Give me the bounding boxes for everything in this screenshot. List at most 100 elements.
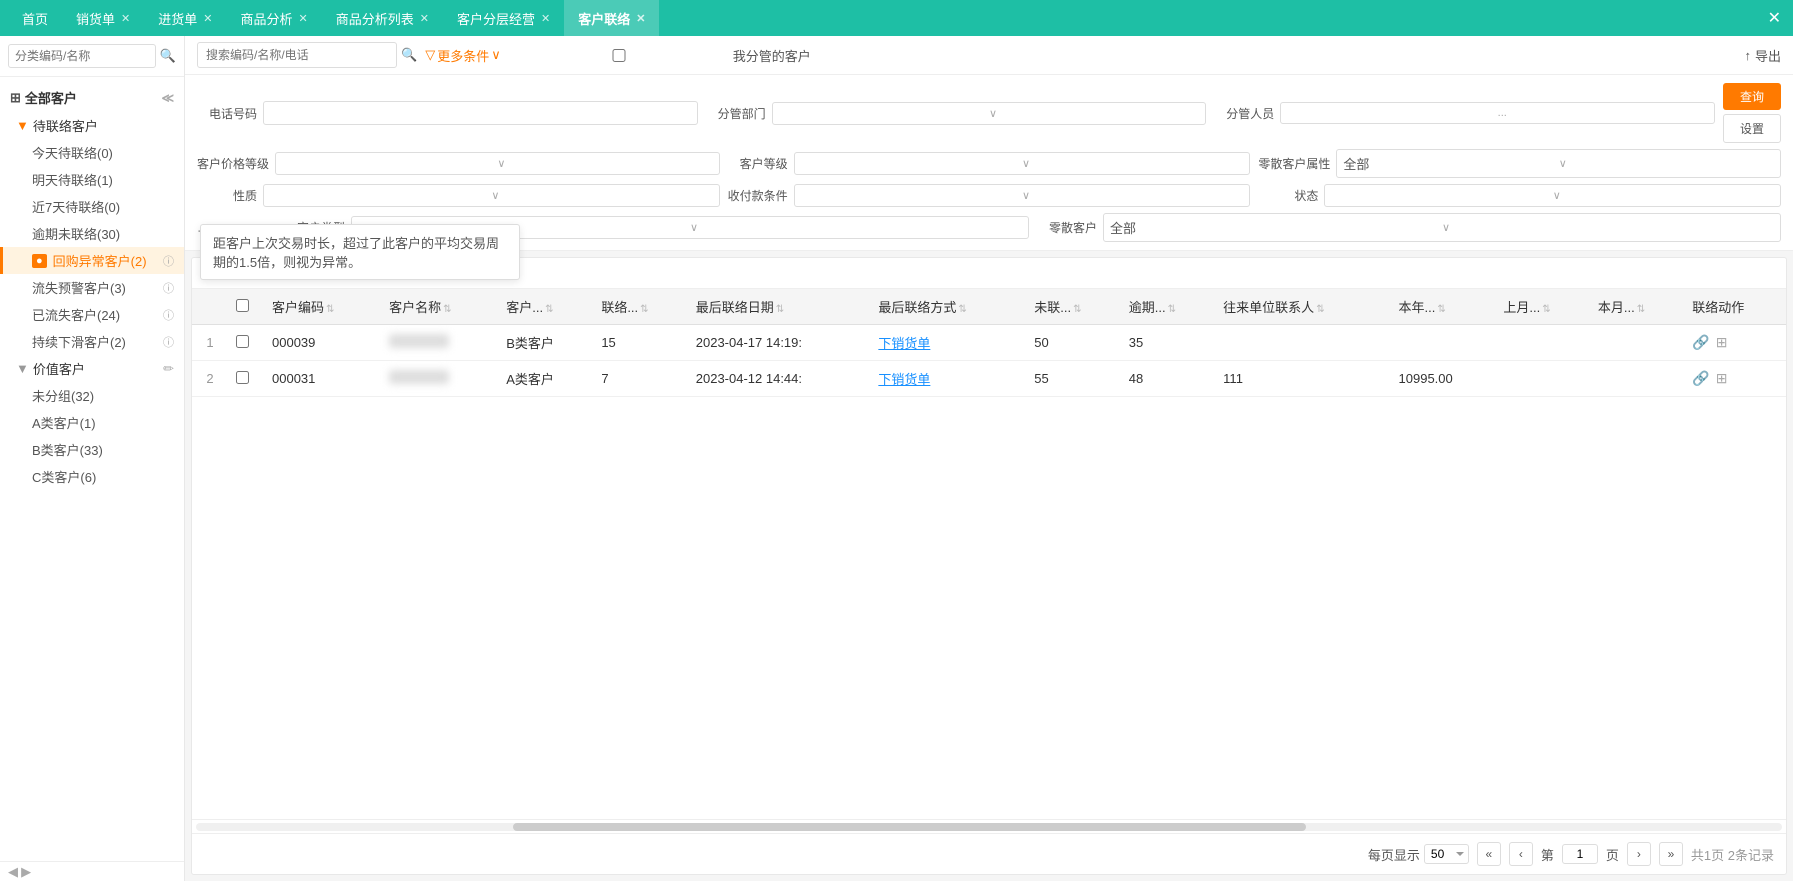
nav-item-purchase[interactable]: 进货单 ✕ — [144, 0, 226, 36]
close-purchase-icon[interactable]: ✕ — [203, 12, 212, 25]
row-this-year-2: 10995.00 — [1391, 361, 1496, 397]
filter-phone: 电话号码 — [197, 101, 698, 125]
dept-select[interactable]: ∨ — [772, 102, 1207, 125]
next-page-button[interactable]: › — [1627, 842, 1651, 866]
per-page-select[interactable]: 20 50 100 200 — [1424, 844, 1469, 864]
setting-button[interactable]: 设置 — [1723, 114, 1781, 143]
row-contact-count-2: 7 — [593, 361, 687, 397]
col-last-date-header[interactable]: 最后联络日期⇅ — [688, 289, 871, 325]
col-contact-person-header[interactable]: 往来单位联系人⇅ — [1215, 289, 1390, 325]
price-grade-select[interactable]: ∨ — [275, 152, 720, 175]
sidebar-search-input[interactable] — [8, 44, 156, 68]
last-page-button[interactable]: » — [1659, 842, 1683, 866]
col-code-header[interactable]: 客户编码⇅ — [264, 289, 381, 325]
row-this-month-1 — [1590, 325, 1684, 361]
close-sales-icon[interactable]: ✕ — [121, 12, 130, 25]
prev-page-button[interactable]: ‹ — [1509, 842, 1533, 866]
sidebar-item-declining[interactable]: 持续下滑客户(2) ⓘ — [0, 328, 184, 355]
col-this-year-header[interactable]: 本年...⇅ — [1391, 289, 1496, 325]
row-this-month-2 — [1590, 361, 1684, 397]
sidebar-item-repurchase-abnormal[interactable]: ● 回购异常客户(2) ⓘ — [0, 247, 184, 274]
info-icon-declining: ⓘ — [163, 334, 174, 350]
sidebar-item-c-class[interactable]: C类客户(6) — [0, 463, 184, 490]
search-button[interactable]: 🔍 — [401, 47, 417, 63]
page-number-input[interactable] — [1562, 844, 1598, 864]
customer-table: 客户编码⇅ 客户名称⇅ 客户...⇅ 联络...⇅ 最后联络日期⇅ 最后联络方式… — [192, 289, 1786, 397]
more-conditions-button[interactable]: ▽ 更多条件 ∨ — [425, 46, 501, 65]
col-this-month-header[interactable]: 本月...⇅ — [1590, 289, 1684, 325]
table-scroll[interactable]: 客户编码⇅ 客户名称⇅ 客户...⇅ 联络...⇅ 最后联络日期⇅ 最后联络方式… — [192, 289, 1786, 819]
col-type-header[interactable]: 客户...⇅ — [498, 289, 593, 325]
horizontal-scrollbar[interactable] — [192, 819, 1786, 833]
scatter-attr-select[interactable]: 全部 ∨ — [1336, 149, 1781, 178]
table-body: 1 000039 B类客户 15 2023-04-17 14:19: 下销货单 … — [192, 325, 1786, 397]
sidebar-item-a-class[interactable]: A类客户(1) — [0, 409, 184, 436]
first-page-button[interactable]: « — [1477, 842, 1501, 866]
my-customers-checkbox-input[interactable] — [509, 49, 729, 62]
nav-item-customer-contact[interactable]: 客户联络 ✕ — [564, 0, 659, 36]
col-last-method-header[interactable]: 最后联络方式⇅ — [870, 289, 1026, 325]
phone-input[interactable] — [263, 101, 698, 125]
col-contact-count-header[interactable]: 联络...⇅ — [593, 289, 687, 325]
row-checkbox-1[interactable] — [228, 325, 264, 361]
my-customers-checkbox[interactable]: 我分管的客户 — [509, 46, 811, 65]
sidebar-all-customers[interactable]: ⊞ 全部客户 ≪ — [0, 83, 184, 112]
edit-value-customer-icon[interactable]: ✏ — [163, 361, 174, 377]
sidebar-item-ungroup[interactable]: 未分组(32) — [0, 382, 184, 409]
link-action-icon-1[interactable]: 🔗 — [1692, 334, 1709, 351]
row-last-method-1[interactable]: 下销货单 — [870, 325, 1026, 361]
nav-item-product-list[interactable]: 商品分析列表 ✕ — [322, 0, 443, 36]
filter-payment: 收付款条件 ∨ — [728, 184, 1251, 207]
sidebar-item-7day-contact[interactable]: 近7天待联络(0) — [0, 193, 184, 220]
sidebar-item-already-lost[interactable]: 已流失客户(24) ⓘ — [0, 301, 184, 328]
nav-item-customer-tier[interactable]: 客户分层经营 ✕ — [443, 0, 564, 36]
sidebar-item-tomorrow-contact[interactable]: 明天待联络(1) — [0, 166, 184, 193]
col-checkbox-header[interactable] — [228, 289, 264, 325]
total-info: 共1页 2条记录 — [1691, 845, 1774, 864]
close-product-analysis-icon[interactable]: ✕ — [299, 12, 308, 25]
filter-status: 状态 ∨ — [1258, 184, 1781, 207]
close-customer-tier-icon[interactable]: ✕ — [541, 12, 550, 25]
sidebar-search-icon[interactable]: 🔍 — [160, 48, 176, 64]
sidebar-group-pending[interactable]: ▼ 待联络客户 — [0, 112, 184, 139]
select-all-checkbox[interactable] — [236, 299, 249, 312]
sidebar-item-b-class[interactable]: B类客户(33) — [0, 436, 184, 463]
nav-item-home[interactable]: 首页 — [8, 0, 62, 36]
scatter-customer-chevron-icon: ∨ — [1442, 221, 1774, 234]
payment-chevron-icon: ∨ — [1022, 189, 1243, 202]
customer-grade-select[interactable]: ∨ — [794, 152, 1251, 175]
scrollbar-thumb[interactable] — [513, 823, 1306, 831]
col-name-header[interactable]: 客户名称⇅ — [381, 289, 498, 325]
grid-action-icon-2[interactable]: ⊞ — [1716, 370, 1728, 387]
sidebar-item-overdue-contact[interactable]: 逾期未联络(30) — [0, 220, 184, 247]
row-last-method-2[interactable]: 下销货单 — [870, 361, 1026, 397]
export-button[interactable]: ↑ 导出 — [1744, 46, 1781, 65]
nav-item-product-analysis[interactable]: 商品分析 ✕ — [226, 0, 321, 36]
payment-select[interactable]: ∨ — [794, 184, 1251, 207]
status-select[interactable]: ∨ — [1324, 184, 1781, 207]
person-chevron-icon: ... — [1498, 107, 1708, 119]
link-action-icon-2[interactable]: 🔗 — [1692, 370, 1709, 387]
sidebar-item-loss-warning[interactable]: 流失预警客户(3) ⓘ — [0, 274, 184, 301]
search-input[interactable] — [197, 42, 397, 68]
table-row: 1 000039 B类客户 15 2023-04-17 14:19: 下销货单 … — [192, 325, 1786, 361]
row-last-month-2 — [1495, 361, 1589, 397]
row-checkbox-2[interactable] — [228, 361, 264, 397]
close-customer-contact-icon[interactable]: ✕ — [636, 12, 645, 25]
person-select[interactable]: ... — [1280, 102, 1715, 124]
col-overdue-header[interactable]: 逾期...⇅ — [1121, 289, 1215, 325]
query-button[interactable]: 查询 — [1723, 83, 1781, 110]
sidebar-item-today-contact[interactable]: 今天待联络(0) — [0, 139, 184, 166]
table-header-row: 客户编码⇅ 客户名称⇅ 客户...⇅ 联络...⇅ 最后联络日期⇅ 最后联络方式… — [192, 289, 1786, 325]
scatter-customer-select[interactable]: 全部 ∨ — [1103, 213, 1781, 242]
window-close-button[interactable]: ✕ — [1768, 8, 1781, 28]
grid-action-icon-1[interactable]: ⊞ — [1716, 334, 1728, 351]
close-product-list-icon[interactable]: ✕ — [420, 12, 429, 25]
col-last-month-header[interactable]: 上月...⇅ — [1495, 289, 1589, 325]
nav-item-sales[interactable]: 销货单 ✕ — [62, 0, 144, 36]
col-no-contact-header[interactable]: 未联...⇅ — [1026, 289, 1120, 325]
scatter-attr-chevron-icon: ∨ — [1559, 157, 1774, 170]
sidebar-collapse-icon[interactable]: ≪ — [161, 91, 174, 105]
export-icon: ↑ — [1744, 48, 1751, 63]
nature-select[interactable]: ∨ — [263, 184, 720, 207]
